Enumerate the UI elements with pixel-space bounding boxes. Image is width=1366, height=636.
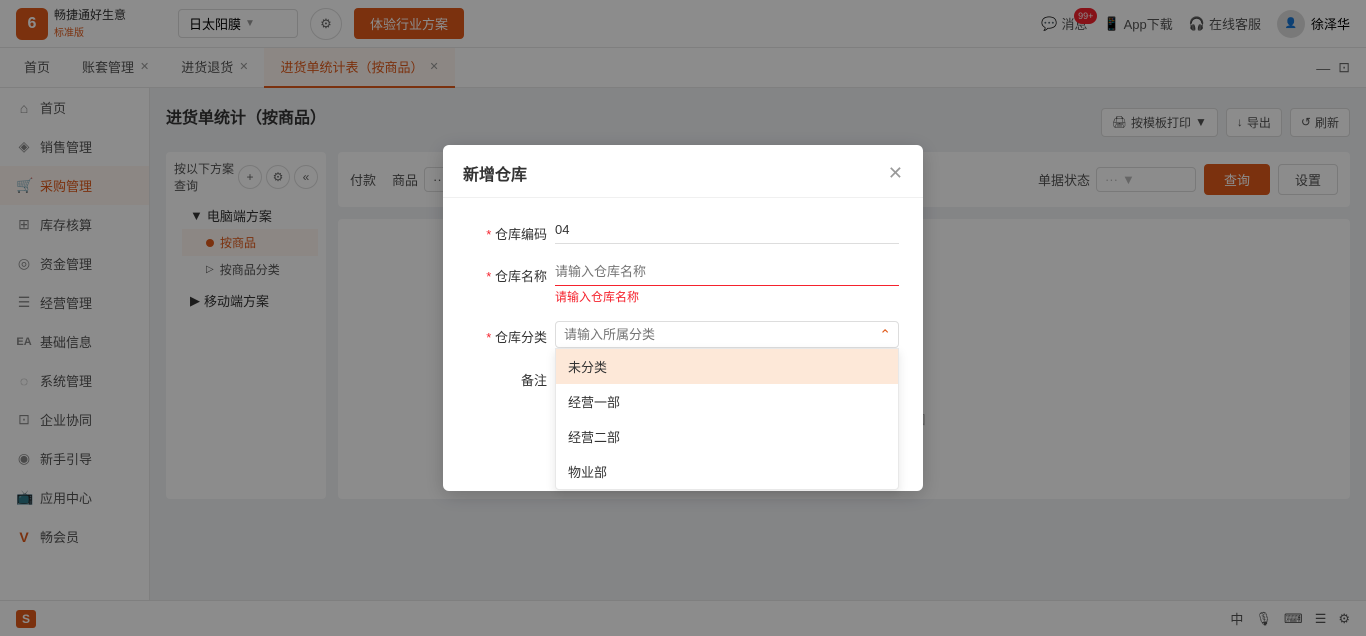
dropdown-item-business1[interactable]: 经营一部 bbox=[556, 384, 898, 419]
dropdown-item-business2[interactable]: 经营二部 bbox=[556, 419, 898, 454]
category-label: * 仓库分类 bbox=[467, 321, 547, 346]
add-warehouse-modal: 新增仓库 ✕ * 仓库编码 * 仓库名称 请输入仓库名称 bbox=[443, 145, 923, 491]
name-error-hint: 请输入仓库名称 bbox=[555, 288, 899, 305]
modal-body: * 仓库编码 * 仓库名称 请输入仓库名称 * 仓库分类 bbox=[443, 198, 923, 426]
dropdown-item-uncategorized[interactable]: 未分类 bbox=[556, 349, 898, 384]
category-form-row: * 仓库分类 ⌃ 未分类 经营一部 经营二部 物业部 bbox=[467, 321, 899, 348]
category-arrow-icon[interactable]: ⌃ bbox=[879, 326, 891, 343]
name-form-row: * 仓库名称 请输入仓库名称 bbox=[467, 260, 899, 305]
dropdown-item-property[interactable]: 物业部 bbox=[556, 454, 898, 489]
code-input[interactable] bbox=[555, 218, 899, 244]
modal-header: 新增仓库 ✕ bbox=[443, 145, 923, 198]
code-form-row: * 仓库编码 bbox=[467, 218, 899, 244]
category-dropdown: 未分类 经营一部 经营二部 物业部 bbox=[555, 348, 899, 490]
name-input-wrap: 请输入仓库名称 bbox=[555, 260, 899, 305]
name-input[interactable] bbox=[555, 260, 899, 286]
name-label: * 仓库名称 bbox=[467, 260, 547, 285]
code-input-wrap bbox=[555, 218, 899, 244]
modal-close-button[interactable]: ✕ bbox=[888, 163, 903, 184]
category-select-wrap: ⌃ 未分类 经营一部 经营二部 物业部 bbox=[555, 321, 899, 348]
note-label: 备注 bbox=[467, 364, 547, 389]
modal-title: 新增仓库 bbox=[463, 161, 527, 185]
category-input[interactable] bbox=[555, 321, 899, 348]
code-label: * 仓库编码 bbox=[467, 218, 547, 243]
